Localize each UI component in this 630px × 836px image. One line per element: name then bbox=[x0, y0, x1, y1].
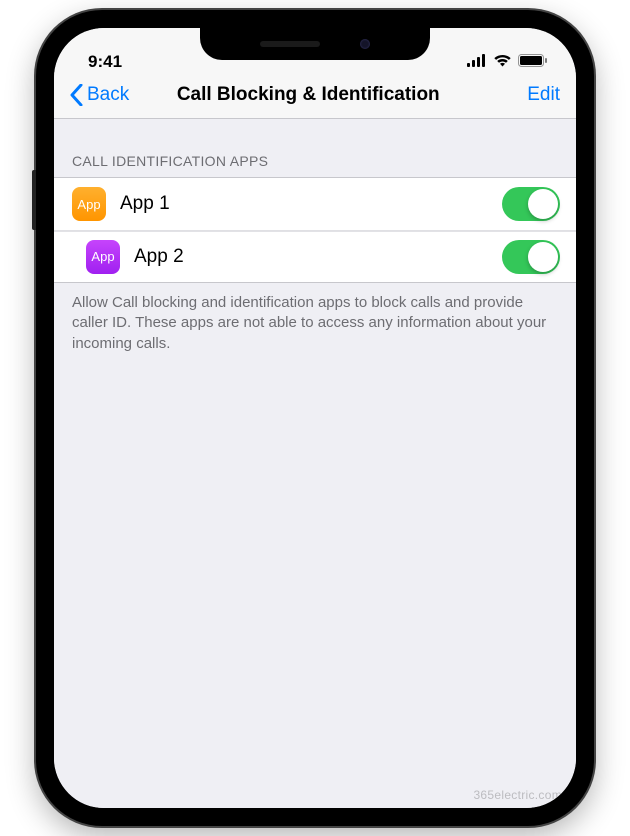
chevron-left-icon bbox=[70, 84, 83, 106]
front-camera bbox=[360, 39, 370, 49]
page-title: Call Blocking & Identification bbox=[89, 84, 527, 106]
battery-icon bbox=[518, 52, 548, 72]
notch bbox=[200, 28, 430, 60]
list-item-app-1: App App 1 bbox=[54, 178, 576, 230]
toggle-app-2[interactable] bbox=[502, 240, 560, 274]
watermark: 365electric.com bbox=[473, 788, 562, 802]
switch-knob bbox=[528, 189, 558, 219]
edit-button[interactable]: Edit bbox=[527, 84, 560, 106]
cellular-signal-icon bbox=[467, 52, 487, 72]
nav-bar: Back Call Blocking & Identification Edit bbox=[54, 74, 576, 119]
phone-frame: 9:41 Back Call Blocking & Identification… bbox=[36, 10, 594, 826]
section-header-call-id-apps: Call Identification Apps bbox=[54, 119, 576, 177]
app-icon: App bbox=[86, 240, 120, 274]
switch-knob bbox=[528, 242, 558, 272]
app-icon: App bbox=[72, 187, 106, 221]
app-name-label: App 2 bbox=[134, 246, 488, 268]
content-area: Call Identification Apps App App 1 App A… bbox=[54, 119, 576, 808]
status-indicators bbox=[467, 52, 548, 72]
app-list: App App 1 App App 2 bbox=[54, 177, 576, 283]
toggle-app-1[interactable] bbox=[502, 187, 560, 221]
section-footer: Allow Call blocking and identification a… bbox=[54, 283, 576, 364]
speaker-grille bbox=[260, 41, 320, 47]
screen: 9:41 Back Call Blocking & Identification… bbox=[54, 28, 576, 808]
list-item-app-2: App App 2 bbox=[54, 230, 576, 282]
wifi-icon bbox=[493, 52, 512, 72]
app-name-label: App 1 bbox=[120, 193, 488, 215]
status-time: 9:41 bbox=[88, 52, 122, 72]
